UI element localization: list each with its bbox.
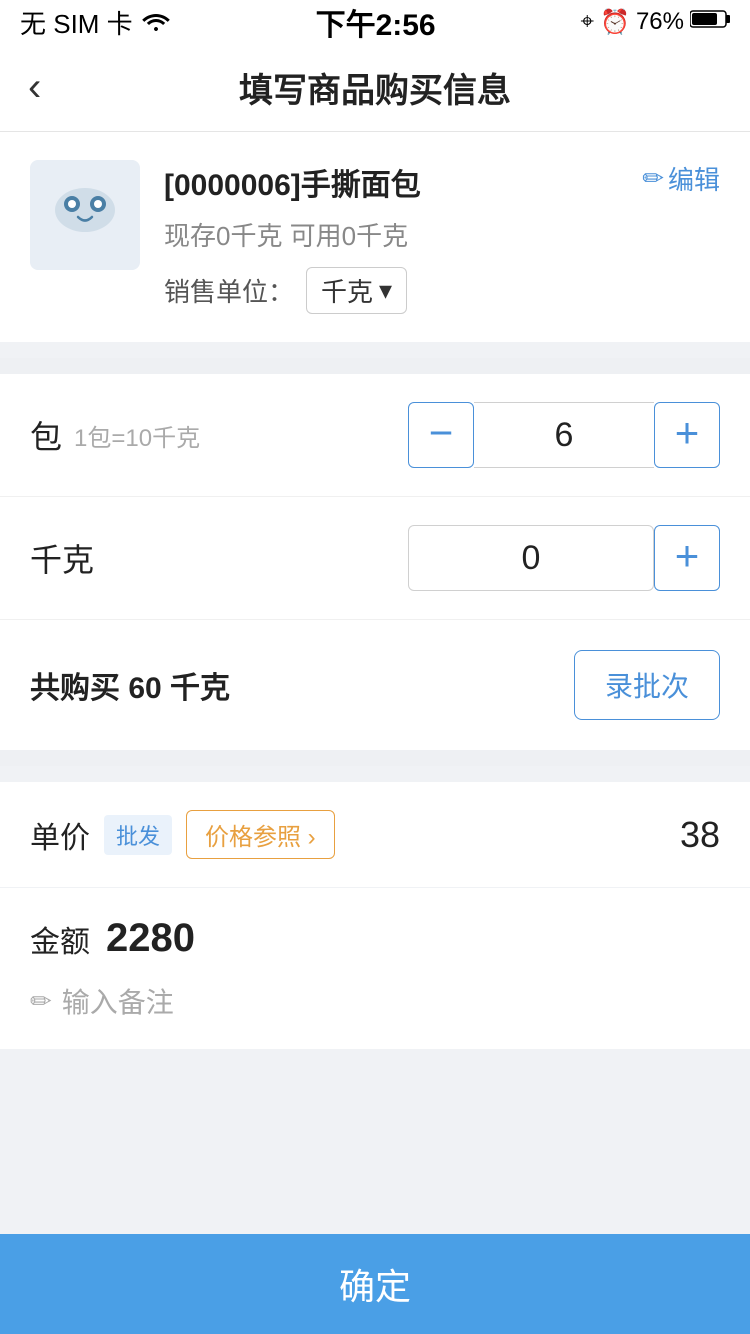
price-row: 单价 批发 价格参照 › 38 xyxy=(30,810,720,859)
amount-section: 金额 2280 ✏ 输入备注 xyxy=(0,888,750,1049)
quantity-section: 包 1包=10千克 − + 千克 + xyxy=(0,374,750,620)
confirm-bar[interactable]: 确定 xyxy=(0,1234,750,1334)
price-section: 单价 批发 价格参照 › 38 xyxy=(0,782,750,887)
quantity-input-bag[interactable] xyxy=(474,402,654,468)
product-unit-row: 销售单位： 千克 ▾ xyxy=(164,267,720,314)
status-right: ⌖ ⏰ 76% xyxy=(581,8,730,37)
edit-icon: ✏ xyxy=(642,163,664,194)
quantity-row-kg: 千克 + xyxy=(0,497,750,620)
separator-2 xyxy=(0,750,750,766)
quantity-input-kg[interactable] xyxy=(408,525,654,591)
separator-1 xyxy=(0,358,750,374)
edit-label: 编辑 xyxy=(668,160,720,197)
unit-selector[interactable]: 千克 ▾ xyxy=(306,267,407,314)
price-badge: 批发 xyxy=(104,815,172,855)
plus-button-kg[interactable]: + xyxy=(654,525,720,591)
nav-bar: ‹ 填写商品购买信息 xyxy=(0,44,750,132)
summary-amount: 60 xyxy=(128,672,161,705)
price-value: 38 xyxy=(680,814,720,856)
price-text: 单价 xyxy=(30,813,90,857)
edit-button[interactable]: ✏ 编辑 xyxy=(642,160,720,197)
quantity-label-bag: 包 1包=10千克 xyxy=(30,412,200,458)
price-label: 单价 批发 价格参照 › xyxy=(30,810,335,859)
location-icon: ⌖ xyxy=(581,8,595,36)
quantity-control-bag: − + xyxy=(408,402,720,468)
quantity-row-bag: 包 1包=10千克 − + xyxy=(0,374,750,497)
page-title: 填写商品购买信息 xyxy=(239,63,511,112)
minus-button-bag[interactable]: − xyxy=(408,402,474,468)
kg-label: 千克 xyxy=(30,535,94,581)
battery-icon xyxy=(690,8,730,36)
battery-text: 76% xyxy=(636,8,684,36)
note-placeholder: 输入备注 xyxy=(62,981,174,1021)
no-sim-text: 无 SIM 卡 xyxy=(20,4,133,41)
amount-row: 金额 2280 xyxy=(30,916,720,961)
product-thumbnail xyxy=(30,160,140,270)
summary-text: 共购买 60 千克 xyxy=(30,663,230,707)
summary-prefix: 共购买 xyxy=(30,672,128,705)
record-batch-button[interactable]: 录批次 xyxy=(574,650,720,720)
product-info: [0000006]手撕面包 ✏ 编辑 现存0千克 可用0千克 销售单位： 千克 … xyxy=(164,160,720,314)
bag-label: 包 xyxy=(30,412,62,458)
dropdown-icon: ▾ xyxy=(379,275,392,306)
product-card: [0000006]手撕面包 ✏ 编辑 现存0千克 可用0千克 销售单位： 千克 … xyxy=(0,132,750,342)
pencil-icon: ✏ xyxy=(30,986,52,1017)
product-header: [0000006]手撕面包 ✏ 编辑 xyxy=(164,160,720,204)
note-row[interactable]: ✏ 输入备注 xyxy=(30,981,720,1021)
back-button[interactable]: ‹ xyxy=(28,65,41,110)
product-stock: 现存0千克 可用0千克 xyxy=(164,216,720,253)
main-content: [0000006]手撕面包 ✏ 编辑 现存0千克 可用0千克 销售单位： 千克 … xyxy=(0,132,750,1234)
quantity-control-kg: + xyxy=(408,525,720,591)
bag-hint: 1包=10千克 xyxy=(74,418,200,453)
confirm-button-text: 确定 xyxy=(339,1258,411,1310)
status-time: 下午2:56 xyxy=(316,0,436,44)
price-reference-button[interactable]: 价格参照 › xyxy=(186,810,335,859)
status-left: 无 SIM 卡 xyxy=(20,4,171,41)
plus-button-bag[interactable]: + xyxy=(654,402,720,468)
alarm-icon: ⏰ xyxy=(600,8,630,37)
wifi-icon xyxy=(141,7,171,38)
product-name: [0000006]手撕面包 xyxy=(164,160,421,204)
quantity-label-kg: 千克 xyxy=(30,535,94,581)
summary-row: 共购买 60 千克 录批次 xyxy=(0,620,750,750)
summary-unit: 千克 xyxy=(162,672,230,705)
unit-value: 千克 xyxy=(321,272,373,309)
product-logo-icon xyxy=(50,182,120,248)
status-bar: 无 SIM 卡 下午2:56 ⌖ ⏰ 76% xyxy=(0,0,750,44)
amount-value: 2280 xyxy=(106,916,195,961)
amount-label: 金额 xyxy=(30,917,90,961)
unit-label: 销售单位： xyxy=(164,272,294,309)
